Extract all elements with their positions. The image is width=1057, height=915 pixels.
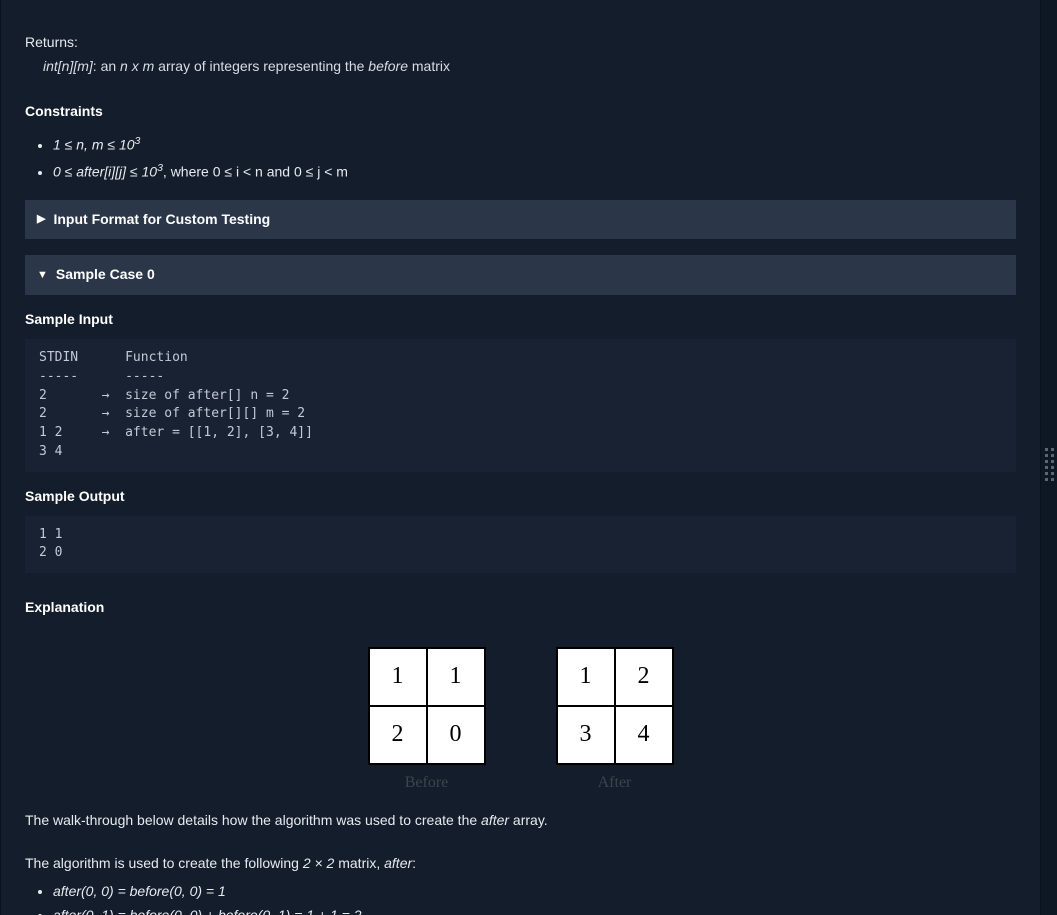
constraint-item: 0 ≤ after[i][j] ≤ 103, where 0 ≤ i < n a… <box>53 160 1016 183</box>
algorithm-steps: after(0, 0) = before(0, 0) = 1 after(0, … <box>25 881 1016 915</box>
grid-caption: After <box>556 771 674 796</box>
explanation-grids: 1 1 2 0 Before 1 2 3 4 After <box>25 647 1016 796</box>
explanation-heading: Explanation <box>25 597 1016 619</box>
panel-title: Input Format for Custom Testing <box>53 209 270 231</box>
before-grid-wrap: 1 1 2 0 Before <box>368 647 486 796</box>
sample-input-block: STDIN Function ----- ----- 2 → size of a… <box>25 339 1016 472</box>
algorithm-text: The algorithm is used to create the foll… <box>25 853 1016 875</box>
constraint-item: 1 ≤ n, m ≤ 103 <box>53 133 1016 156</box>
returns-block: Returns: int[n][m]: an n x m array of in… <box>25 0 1016 77</box>
after-grid-wrap: 1 2 3 4 After <box>556 647 674 796</box>
grid-cell: 4 <box>615 706 673 764</box>
walkthrough-text: The walk-through below details how the a… <box>25 810 1016 832</box>
before-grid: 1 1 2 0 <box>368 647 486 765</box>
chevron-down-icon: ▼ <box>37 270 48 281</box>
sample-output-block: 1 1 2 0 <box>25 516 1016 574</box>
grid-cell: 2 <box>615 648 673 706</box>
returns-label: Returns: <box>25 32 1016 54</box>
grid-cell: 2 <box>369 706 427 764</box>
returns-type: int[n][m] <box>43 58 93 74</box>
grid-caption: Before <box>368 771 486 796</box>
grid-cell: 3 <box>557 706 615 764</box>
grid-cell: 1 <box>427 648 485 706</box>
problem-statement-panel: Returns: int[n][m]: an n x m array of in… <box>0 0 1041 915</box>
sample-output-heading: Sample Output <box>25 486 1016 508</box>
sample-input-heading: Sample Input <box>25 309 1016 331</box>
after-grid: 1 2 3 4 <box>556 647 674 765</box>
returns-description: int[n][m]: an n x m array of integers re… <box>25 56 1016 78</box>
sample-case-panel[interactable]: ▼ Sample Case 0 <box>25 255 1016 295</box>
grid-cell: 1 <box>557 648 615 706</box>
step-item: after(0, 1) = before(0, 0) + before(0, 1… <box>53 905 1016 915</box>
grid-cell: 1 <box>369 648 427 706</box>
grid-cell: 0 <box>427 706 485 764</box>
constraints-list: 1 ≤ n, m ≤ 103 0 ≤ after[i][j] ≤ 103, wh… <box>25 133 1016 184</box>
resize-handle[interactable] <box>1041 440 1057 488</box>
constraints-heading: Constraints <box>25 101 1016 123</box>
step-item: after(0, 0) = before(0, 0) = 1 <box>53 881 1016 903</box>
chevron-right-icon: ▶ <box>37 214 45 225</box>
input-format-panel[interactable]: ▶ Input Format for Custom Testing <box>25 200 1016 240</box>
panel-title: Sample Case 0 <box>56 264 155 286</box>
